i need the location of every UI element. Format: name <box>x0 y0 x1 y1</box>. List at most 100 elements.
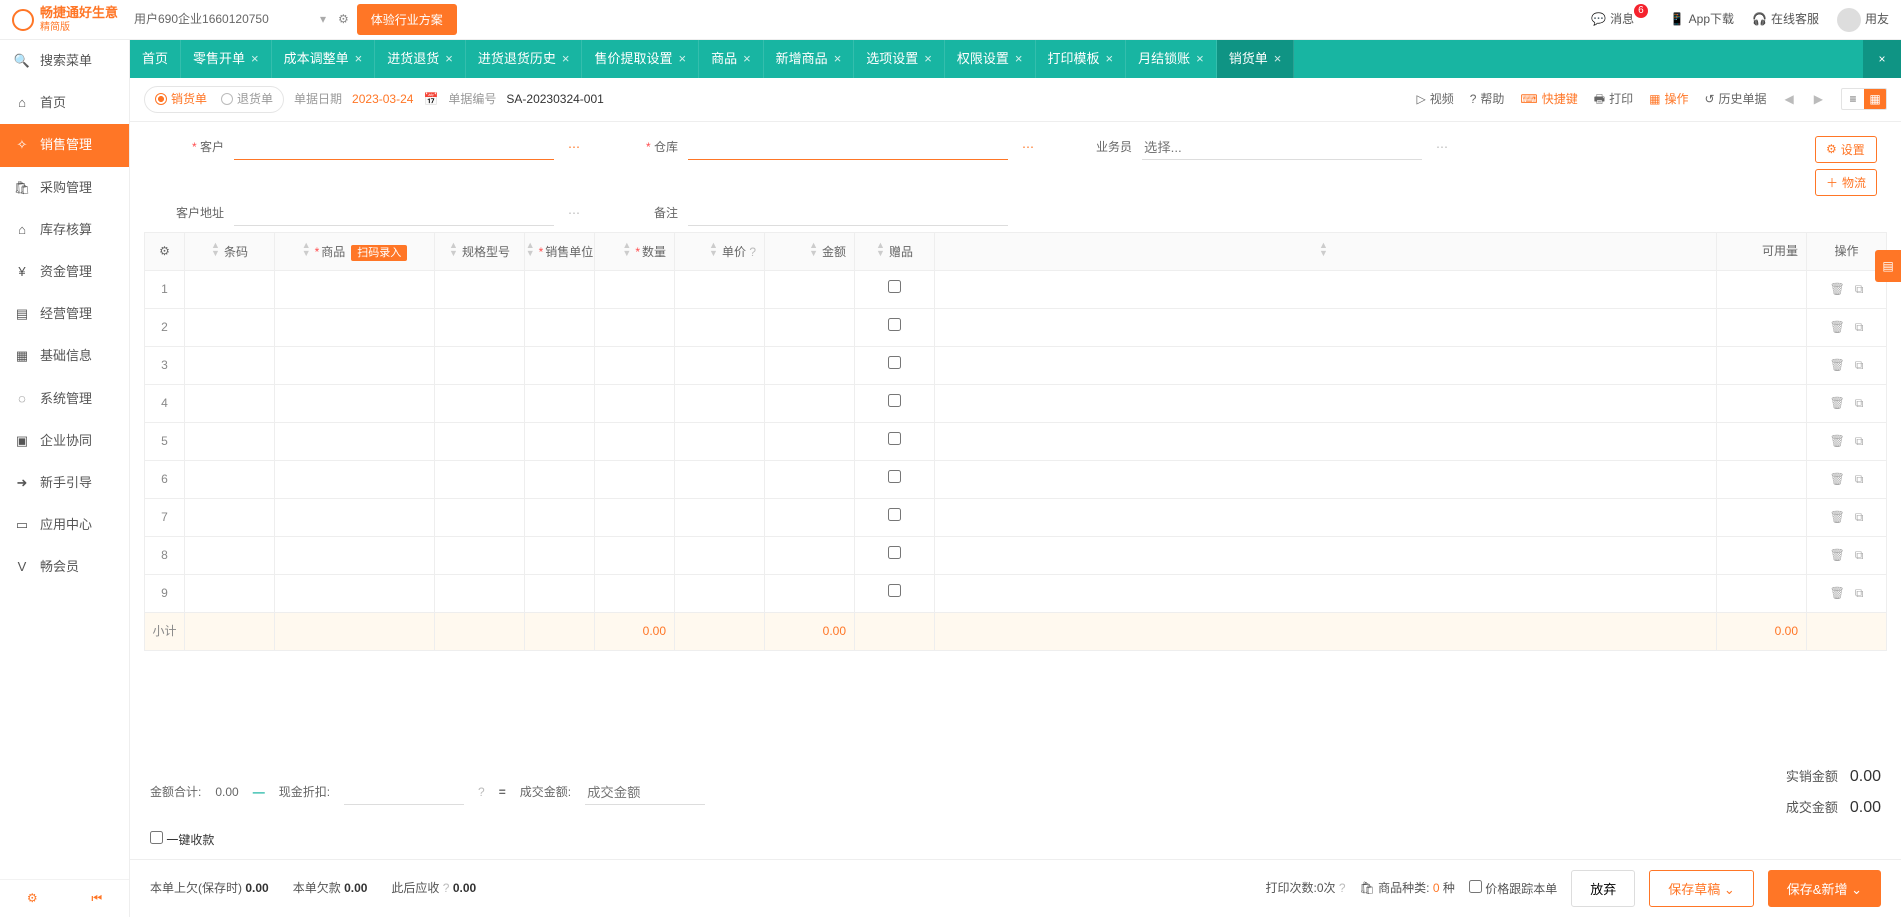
gift-checkbox[interactable] <box>888 584 901 597</box>
logistics-button[interactable]: ＋ 物流 <box>1815 169 1877 196</box>
table-row[interactable]: 3🗑⧉ <box>145 346 1887 384</box>
discount-input[interactable] <box>344 781 464 805</box>
delete-row-icon[interactable]: 🗑 <box>1830 547 1845 564</box>
delete-row-icon[interactable]: 🗑 <box>1830 585 1845 602</box>
tab-10[interactable]: 打印模板× <box>1036 40 1127 78</box>
support-link[interactable]: 🎧 在线客服 <box>1752 11 1819 28</box>
doc-type-toggle[interactable]: 销货单 退货单 <box>144 86 284 113</box>
col-config[interactable]: ⚙ <box>145 232 185 270</box>
shortcut-link[interactable]: ⌨ 快捷键 <box>1520 91 1577 108</box>
gift-checkbox[interactable] <box>888 318 901 331</box>
table-row[interactable]: 4🗑⧉ <box>145 384 1887 422</box>
cust-addr-input[interactable] <box>234 202 554 226</box>
view-list-icon[interactable]: ≡ <box>1842 89 1864 109</box>
col-barcode[interactable]: ▲▼条码 <box>185 232 275 270</box>
print-link[interactable]: 🖶 打印 <box>1594 91 1633 108</box>
close-all-tabs[interactable]: × <box>1863 40 1901 78</box>
tab-0[interactable]: 首页 <box>130 40 181 78</box>
tab-1[interactable]: 零售开单× <box>181 40 272 78</box>
edge-panel-toggle[interactable]: ▤ <box>1875 250 1901 282</box>
deal-input[interactable] <box>585 781 705 805</box>
sidebar-item-8[interactable]: ◌系统管理 <box>0 378 129 420</box>
tab-3[interactable]: 进货退货× <box>375 40 466 78</box>
calendar-icon[interactable]: 📅 <box>423 91 438 108</box>
remark-input[interactable] <box>688 202 1008 226</box>
col-avail[interactable]: 可用量 <box>1717 232 1807 270</box>
copy-row-icon[interactable]: ⧉ <box>1855 281 1864 298</box>
sidebar-item-2[interactable]: ✧销售管理 <box>0 124 129 166</box>
tab-4[interactable]: 进货退货历史× <box>466 40 583 78</box>
delete-row-icon[interactable]: 🗑 <box>1830 395 1845 412</box>
doc-type-sales[interactable]: 销货单 <box>155 91 207 108</box>
tab-7[interactable]: 新增商品× <box>764 40 855 78</box>
settings-footer-icon[interactable]: ⚙ <box>27 890 38 907</box>
salesman-input[interactable] <box>1142 136 1422 160</box>
customer-picker-icon[interactable]: ⋯ <box>564 139 584 156</box>
col-qty[interactable]: ▲▼*数量 <box>595 232 675 270</box>
sidebar-item-11[interactable]: ▭应用中心 <box>0 504 129 546</box>
table-row[interactable]: 2🗑⧉ <box>145 308 1887 346</box>
warehouse-input[interactable] <box>688 136 1008 160</box>
col-unit[interactable]: ▲▼*销售单位 <box>525 232 595 270</box>
customer-input[interactable] <box>234 136 554 160</box>
delete-row-icon[interactable]: 🗑 <box>1830 471 1845 488</box>
close-icon[interactable]: × <box>562 50 570 68</box>
doc-type-return[interactable]: 退货单 <box>221 91 273 108</box>
scan-tag[interactable]: 扫码录入 <box>351 245 407 261</box>
close-icon[interactable]: × <box>924 50 932 68</box>
delete-row-icon[interactable]: 🗑 <box>1830 433 1845 450</box>
one-click-collect[interactable]: 一键收款 <box>150 833 214 847</box>
delete-row-icon[interactable]: 🗑 <box>1830 509 1845 526</box>
sidebar-item-5[interactable]: ¥资金管理 <box>0 251 129 293</box>
col-gift[interactable]: ▲▼赠品 <box>855 232 935 270</box>
sidebar-item-4[interactable]: ⌂库存核算 <box>0 209 129 251</box>
copy-row-icon[interactable]: ⧉ <box>1855 395 1864 412</box>
sidebar-item-12[interactable]: V畅会员 <box>0 546 129 588</box>
promo-button[interactable]: 体验行业方案 <box>357 4 457 35</box>
sidebar-item-1[interactable]: ⌂首页 <box>0 82 129 124</box>
discount-help-icon[interactable]: ? <box>478 784 485 801</box>
close-icon[interactable]: × <box>678 50 686 68</box>
view-toggle[interactable]: ≡ ▦ <box>1841 88 1887 110</box>
sidebar-item-0[interactable]: 🔍搜索菜单 <box>0 40 129 82</box>
track-checkbox[interactable] <box>1469 880 1482 893</box>
col-product[interactable]: ▲▼*商品扫码录入 <box>275 232 435 270</box>
table-row[interactable]: 9🗑⧉ <box>145 574 1887 612</box>
copy-row-icon[interactable]: ⧉ <box>1855 357 1864 374</box>
save-draft-button[interactable]: 保存草稿 ⌄ <box>1649 870 1754 907</box>
warehouse-picker-icon[interactable]: ⋯ <box>1018 139 1038 156</box>
gear-icon[interactable]: ⚙ <box>338 11 349 28</box>
messages-link[interactable]: 💬 消息6 <box>1591 11 1652 28</box>
tab-5[interactable]: 售价提取设置× <box>582 40 699 78</box>
close-icon[interactable]: × <box>251 50 259 68</box>
save-new-button[interactable]: 保存&新增 ⌄ <box>1768 870 1881 907</box>
table-row[interactable]: 7🗑⧉ <box>145 498 1887 536</box>
discard-button[interactable]: 放弃 <box>1571 870 1635 907</box>
col-amount[interactable]: ▲▼金额 <box>765 232 855 270</box>
copy-row-icon[interactable]: ⧉ <box>1855 471 1864 488</box>
close-icon[interactable]: × <box>1196 50 1204 68</box>
table-row[interactable]: 6🗑⧉ <box>145 460 1887 498</box>
sidebar-item-7[interactable]: ▦基础信息 <box>0 335 129 377</box>
salesman-picker-icon[interactable]: ⋯ <box>1432 139 1452 156</box>
app-download-link[interactable]: 📱 App下载 <box>1670 11 1734 28</box>
copy-row-icon[interactable]: ⧉ <box>1855 319 1864 336</box>
tab-12[interactable]: 销货单× <box>1217 40 1295 78</box>
history-link[interactable]: ↺ 历史单据 <box>1704 91 1766 108</box>
col-spec[interactable]: ▲▼规格型号 <box>435 232 525 270</box>
sidebar-item-3[interactable]: 🛍采购管理 <box>0 167 129 209</box>
one-click-checkbox[interactable] <box>150 831 163 844</box>
help-link[interactable]: ? 帮助 <box>1470 91 1505 108</box>
close-icon[interactable]: × <box>1015 50 1023 68</box>
gift-checkbox[interactable] <box>888 394 901 407</box>
cust-addr-picker-icon[interactable]: ⋯ <box>564 205 584 222</box>
tab-9[interactable]: 权限设置× <box>945 40 1036 78</box>
doc-date[interactable]: 2023-03-24 <box>352 91 413 108</box>
close-icon[interactable]: × <box>1106 50 1114 68</box>
delete-row-icon[interactable]: 🗑 <box>1830 281 1845 298</box>
gift-checkbox[interactable] <box>888 432 901 445</box>
collapse-sidebar-icon[interactable]: ⏮ <box>91 890 102 907</box>
ops-link[interactable]: ▦ 操作 <box>1649 91 1688 108</box>
tab-11[interactable]: 月结锁账× <box>1126 40 1217 78</box>
print-count-help-icon[interactable]: ? <box>1339 881 1346 895</box>
